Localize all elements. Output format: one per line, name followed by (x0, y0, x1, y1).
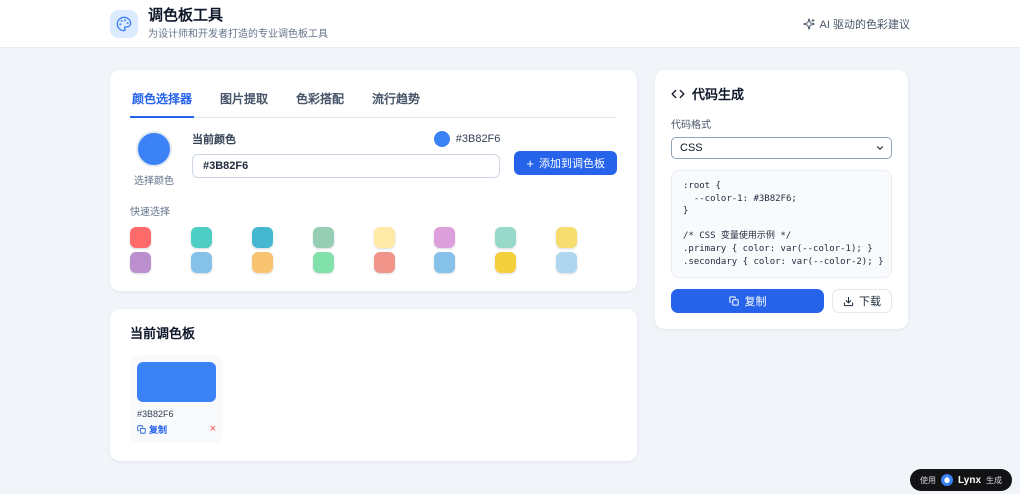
generated-code-block: :root { --color-1: #3B82F6; } /* CSS 变量使… (671, 170, 892, 279)
code-format-select[interactable]: CSS (671, 137, 892, 159)
code-format-label: 代码格式 (671, 120, 711, 131)
badge-suffix: 生成 (986, 475, 1002, 485)
copy-icon (728, 296, 739, 306)
palette-item: #3B82F6 复制 × (130, 355, 223, 443)
current-color-dot (433, 131, 450, 147)
badge-prefix: 使用 (920, 475, 937, 485)
color-picker-swatch[interactable] (136, 131, 172, 167)
badge-brand: Lynx (958, 474, 981, 486)
page-title: 调色板工具 (148, 6, 224, 24)
quick-color-swatch[interactable] (556, 252, 578, 273)
footer-strip (0, 494, 1020, 500)
quick-color-swatch[interactable] (373, 227, 395, 248)
quick-color-swatch[interactable] (556, 227, 578, 248)
quick-color-swatch[interactable] (130, 227, 151, 248)
hex-color-input[interactable] (192, 154, 501, 178)
picker-tab[interactable]: 图片提取 (218, 82, 270, 117)
palette-items: #3B82F6 复制 × (130, 355, 617, 443)
quick-color-swatch[interactable] (434, 227, 456, 248)
page-subtitle: 为设计师和开发者打造的专业调色板工具 (148, 29, 328, 41)
ai-hint-label: AI 驱动的色彩建议 (819, 18, 910, 31)
picker-tab[interactable]: 颜色选择器 (130, 82, 195, 118)
quick-color-swatch[interactable] (251, 227, 273, 248)
quick-color-swatch[interactable] (495, 252, 517, 273)
picker-tabs: 颜色选择器 图片提取 色彩搭配 流行趋势 (130, 82, 617, 118)
copy-button-label: 复制 (744, 296, 767, 309)
app-header: 调色板工具 为设计师和开发者打造的专业调色板工具 AI 驱动的色彩建议 (0, 0, 1020, 48)
download-button-label: 下载 (859, 296, 881, 309)
quick-color-swatch[interactable] (190, 227, 212, 248)
quick-select-label: 快速选择 (130, 207, 170, 218)
quick-color-swatch[interactable] (190, 252, 212, 273)
quick-color-grid (130, 227, 617, 273)
quick-color-swatch[interactable] (434, 252, 456, 273)
palette-item-hex: #3B82F6 (137, 409, 174, 419)
code-icon (671, 87, 685, 101)
ai-suggestion-hint: AI 驱动的色彩建议 (802, 16, 910, 32)
palette-icon (116, 16, 132, 32)
color-picker-card: 颜色选择器 图片提取 色彩搭配 流行趋势 选择颜色 当前颜色 #3B82F6 #… (110, 70, 637, 291)
remove-color-button[interactable]: × (210, 424, 216, 435)
palette-item-swatch (137, 362, 216, 402)
add-button-label: 添加到调色板 (539, 158, 605, 170)
download-code-button[interactable]: 下载 (832, 289, 892, 314)
picker-tab[interactable]: 流行趋势 (370, 82, 422, 117)
add-to-palette-button[interactable]: + 添加到调色板 (514, 151, 617, 175)
quick-color-swatch[interactable] (373, 252, 395, 273)
current-color-chip: #3B82F6 (433, 131, 501, 147)
quick-color-swatch[interactable] (251, 252, 273, 273)
quick-color-swatch[interactable] (495, 227, 517, 248)
picker-tab[interactable]: 色彩搭配 (294, 82, 346, 117)
codegen-title: 代码生成 (692, 87, 745, 102)
current-color-label: 当前颜色 (192, 134, 236, 146)
sparkles-icon (802, 17, 815, 30)
current-color-hex: #3B82F6 (455, 133, 501, 145)
quick-color-swatch[interactable] (130, 252, 151, 273)
code-generation-card: 代码生成 代码格式 CSS :root { --color-1: #3B82F6… (655, 70, 908, 330)
palette-copy-label: 复制 (149, 425, 168, 435)
quick-color-swatch[interactable] (312, 252, 334, 273)
download-icon (843, 296, 854, 306)
quick-color-swatch[interactable] (312, 227, 334, 248)
lynx-badge[interactable]: 使用 Lynx 生成 (910, 469, 1012, 491)
pick-color-label: 选择颜色 (134, 176, 174, 187)
current-palette-card: 当前调色板 #3B82F6 复制 × (110, 309, 637, 461)
palette-copy-link[interactable]: 复制 (137, 423, 167, 436)
palette-logo (110, 9, 138, 38)
app-brand: 调色板工具 为设计师和开发者打造的专业调色板工具 (110, 7, 328, 40)
plus-icon: + (526, 155, 534, 171)
copy-code-button[interactable]: 复制 (671, 289, 824, 314)
palette-title: 当前调色板 (130, 326, 196, 341)
main-content: 颜色选择器 图片提取 色彩搭配 流行趋势 选择颜色 当前颜色 #3B82F6 #… (110, 70, 910, 461)
copy-icon (137, 425, 146, 434)
left-column: 颜色选择器 图片提取 色彩搭配 流行趋势 选择颜色 当前颜色 #3B82F6 #… (110, 70, 637, 461)
current-color-row: 选择颜色 当前颜色 #3B82F6 + 添加到调色板 (130, 131, 617, 187)
lynx-logo-icon (941, 474, 954, 486)
